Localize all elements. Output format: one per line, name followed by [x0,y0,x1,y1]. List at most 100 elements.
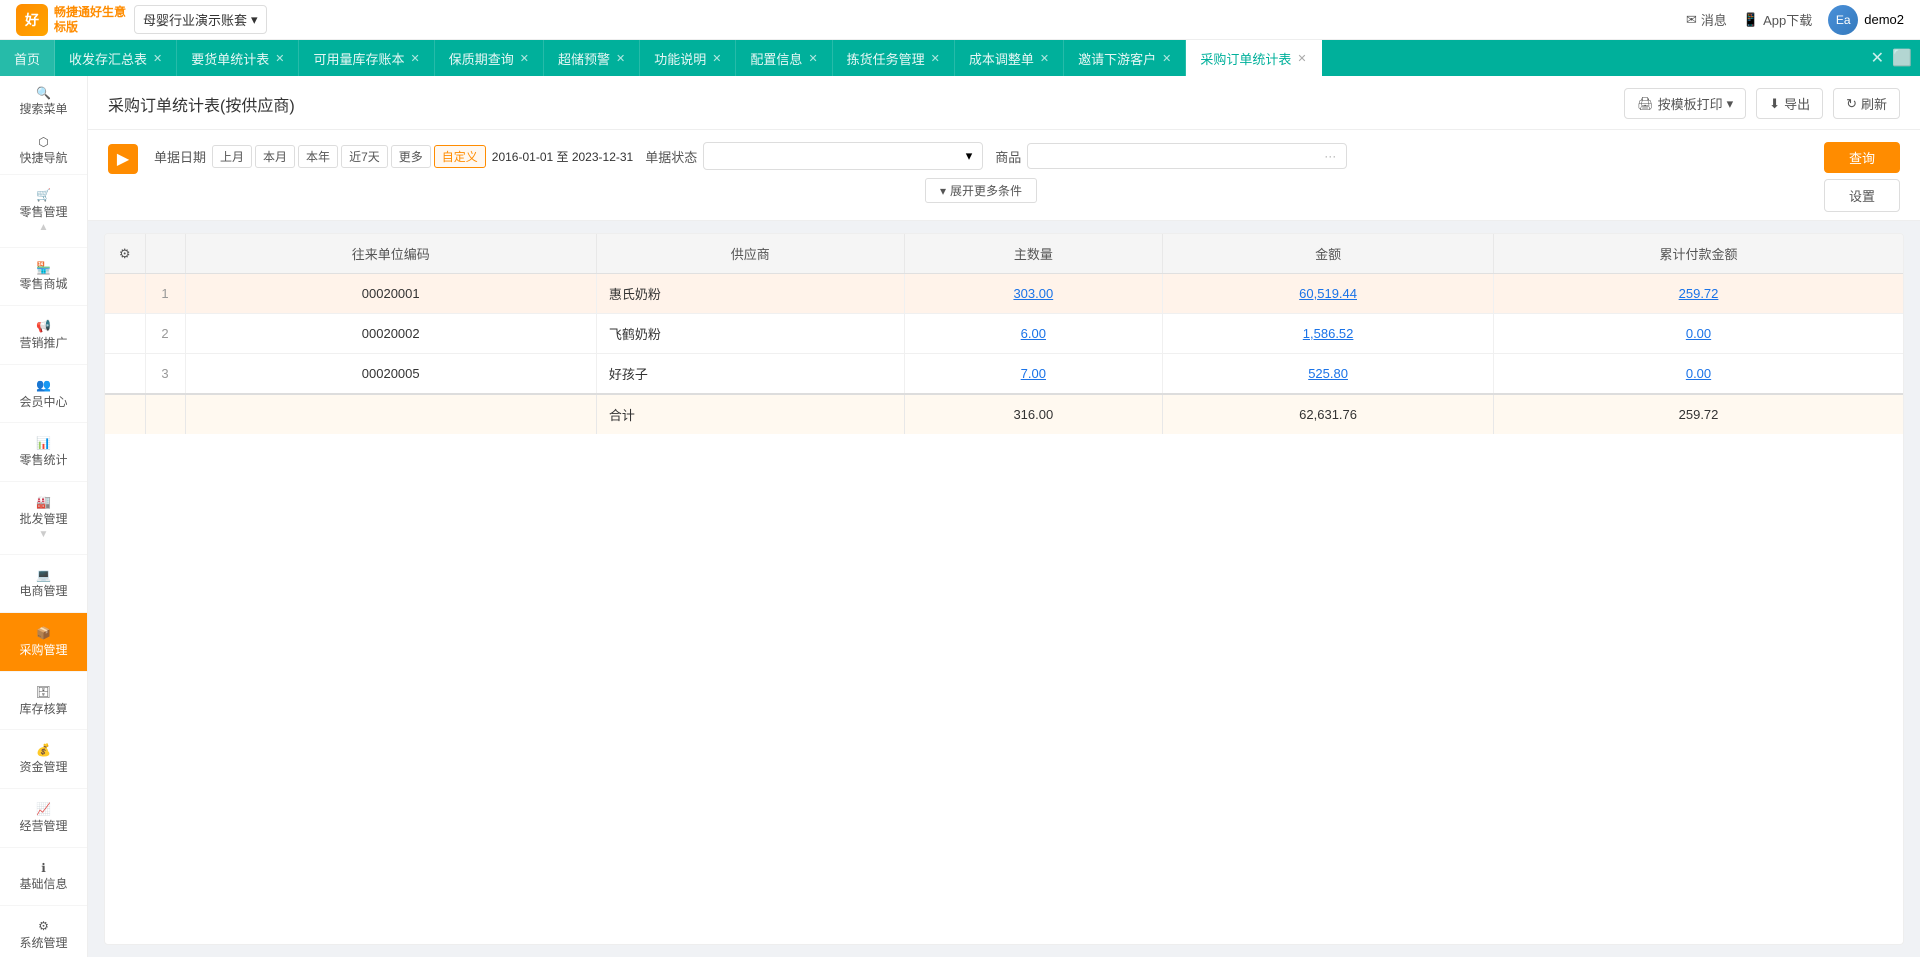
row-settings[interactable] [105,274,145,314]
tab-config[interactable]: 配置信息 ✕ [736,40,832,76]
close-icon[interactable]: ✕ [153,52,162,65]
date-btn-more[interactable]: 更多 [391,145,431,168]
close-icon[interactable]: ✕ [808,52,817,65]
main-content: 采购订单统计表(按供应商) 🖨 按模板打印 ▾ ⬇ 导出 ↻ 刷新 [88,76,1920,957]
chevron-down-icon: ▾ [966,148,973,164]
sidebar-item-shortcut[interactable]: ⬡ 快捷导航 [0,127,87,175]
row-settings[interactable] [105,314,145,354]
close-all-icon[interactable]: ✕ [1871,48,1884,68]
tab-available-stock[interactable]: 可用量库存账本 ✕ [299,40,434,76]
top-bar: 好 畅捷通好生意 标版 母婴行业演示账套 ▾ ✉ 消息 📱 App下载 Ea d… [0,0,1920,40]
sidebar-item-system-mgmt[interactable]: ⚙ 系统管理 [0,906,87,957]
sidebar-item-ecommerce[interactable]: 💻 电商管理 [0,555,87,614]
settings-column-header[interactable]: ⚙ [105,234,145,274]
paid-amount[interactable]: 0.00 [1494,354,1903,395]
footer-settings [105,394,145,434]
quantity[interactable]: 7.00 [904,354,1163,395]
sidebar-item-finance[interactable]: 💰 资金管理 [0,730,87,789]
tab-cost-adjust[interactable]: 成本调整单 ✕ [955,40,1064,76]
close-icon[interactable]: ✕ [712,52,721,65]
close-icon[interactable]: ✕ [1162,52,1171,65]
status-select[interactable]: ▾ [703,142,983,170]
sidebar-item-marketing[interactable]: 📢 营销推广 [0,306,87,365]
settings-button[interactable]: 设置 [1824,179,1900,212]
date-btn-custom[interactable]: 自定义 [434,145,486,168]
layout: 🔍 搜索菜单 ⬡ 快捷导航 🛒 零售管理 ▲ 🏪 零售商城 📢 营销推广 👥 会… [0,76,1920,957]
expand-row: ▾ 展开更多条件 [154,178,1808,203]
close-icon[interactable]: ✕ [411,52,420,65]
supplier-code: 00020002 [185,314,596,354]
purchase-icon: 📦 [36,625,51,642]
avatar: Ea [1828,5,1858,35]
supplier-code: 00020005 [185,354,596,395]
date-shortcuts: 上月 本月 本年 近7天 更多 自定义 [212,145,486,168]
date-btn-last-month[interactable]: 上月 [212,145,252,168]
goods-input[interactable]: ··· [1027,143,1347,169]
footer-quantity: 316.00 [904,394,1163,434]
workspace-selector[interactable]: 母婴行业演示账套 ▾ [134,5,267,34]
refresh-button[interactable]: ↻ 刷新 [1833,88,1900,119]
expand-button[interactable]: ▾ 展开更多条件 [925,178,1037,203]
paid-amount[interactable]: 259.72 [1494,274,1903,314]
sidebar-item-retail-shop[interactable]: 🏪 零售商城 [0,248,87,307]
close-icon[interactable]: ✕ [931,52,940,65]
close-icon[interactable]: ✕ [1297,52,1306,65]
print-button[interactable]: 🖨 按模板打印 ▾ [1624,88,1746,119]
tab-home[interactable]: 首页 [0,40,55,76]
sidebar-item-search[interactable]: 🔍 搜索菜单 [0,76,87,127]
supplier-code-column-header: 往来单位编码 [185,234,596,274]
sidebar-item-retail-mgmt[interactable]: 🛒 零售管理 ▲ [0,175,87,248]
app-download-button[interactable]: 📱 App下载 [1743,10,1812,29]
page-header: 采购订单统计表(按供应商) 🖨 按模板打印 ▾ ⬇ 导出 ↻ 刷新 [88,76,1920,130]
amount[interactable]: 525.80 [1163,354,1494,395]
inventory-icon: 🗄 [36,684,51,701]
sidebar-item-operation-mgmt[interactable]: 📈 经营管理 [0,789,87,848]
tab-overstock[interactable]: 超储预警 ✕ [544,40,640,76]
date-btn-7days[interactable]: 近7天 [341,145,388,168]
retail-mgmt-icon: 🛒 [36,187,51,204]
sidebar-item-inventory[interactable]: 🗄 库存核算 [0,672,87,731]
date-btn-this-year[interactable]: 本年 [298,145,338,168]
close-icon[interactable]: ✕ [275,52,284,65]
sidebar-item-member-center[interactable]: 👥 会员中心 [0,365,87,424]
tab-purchase-summary[interactable]: 采购订单统计表 ✕ [1186,40,1321,76]
quantity[interactable]: 303.00 [904,274,1163,314]
quantity-column-header: 主数量 [904,234,1163,274]
status-filter: 单据状态 ▾ [645,142,983,170]
tab-feature-guide[interactable]: 功能说明 ✕ [640,40,736,76]
tab-invite-downstream[interactable]: 邀请下游客户 ✕ [1064,40,1186,76]
goods-filter: 商品 ··· [995,143,1347,169]
paid-amount-column-header: 累计付款金额 [1494,234,1903,274]
collapse-filter-button[interactable]: ▶ [108,144,138,174]
footer-amount: 62,631.76 [1163,394,1494,434]
tab-receive-summary[interactable]: 收发存汇总表 ✕ [55,40,177,76]
quantity[interactable]: 6.00 [904,314,1163,354]
message-button[interactable]: ✉ 消息 [1686,10,1727,29]
maximize-icon[interactable]: ⬜ [1892,48,1912,68]
tab-expiry-query[interactable]: 保质期查询 ✕ [435,40,544,76]
search-icon: 🔍 [4,86,83,100]
close-icon[interactable]: ✕ [1040,52,1049,65]
sidebar-item-retail-stats[interactable]: 📊 零售统计 [0,423,87,482]
close-icon[interactable]: ✕ [520,52,529,65]
basic-info-icon: ℹ [41,860,46,877]
date-btn-this-month[interactable]: 本月 [255,145,295,168]
status-label: 单据状态 [645,147,697,166]
export-button[interactable]: ⬇ 导出 [1756,88,1823,119]
query-button[interactable]: 查询 [1824,142,1900,173]
sidebar-item-purchase-mgmt[interactable]: 📦 采购管理 [0,613,87,672]
user-area[interactable]: Ea demo2 [1828,5,1904,35]
close-icon[interactable]: ✕ [616,52,625,65]
sidebar-item-wholesale-mgmt[interactable]: 🏭 批发管理 ▼ [0,482,87,555]
tab-goods-summary[interactable]: 要货单统计表 ✕ [177,40,299,76]
amount[interactable]: 1,586.52 [1163,314,1494,354]
paid-amount[interactable]: 0.00 [1494,314,1903,354]
chevron-icon: ▲ [39,221,49,235]
refresh-icon: ↻ [1846,96,1857,112]
amount[interactable]: 60,519.44 [1163,274,1494,314]
tab-picking-task[interactable]: 拣货任务管理 ✕ [833,40,955,76]
row-settings[interactable] [105,354,145,395]
table-row: 1 00020001 惠氏奶粉 303.00 60,519.44 259.72 [105,274,1903,314]
sidebar-item-basic-info[interactable]: ℹ 基础信息 [0,848,87,907]
table-row: 2 00020002 飞鹤奶粉 6.00 1,586.52 0.00 [105,314,1903,354]
